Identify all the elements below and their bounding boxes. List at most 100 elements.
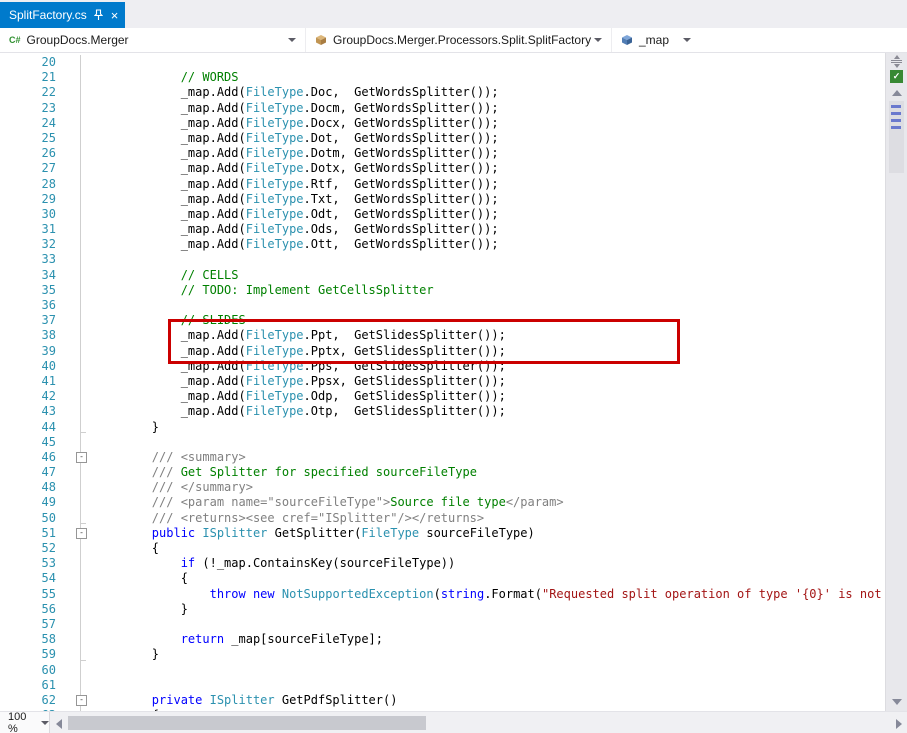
code-text[interactable]: private ISplitter GetPdfSplitter() — [94, 693, 885, 708]
code-text[interactable]: _map.Add(FileType.Pps, GetSlidesSplitter… — [94, 359, 885, 374]
code-analysis-indicator[interactable]: ✓ — [890, 70, 903, 83]
code-line: 26 _map.Add(FileType.Dotm, GetWordsSplit… — [0, 146, 885, 162]
code-text[interactable]: _map.Add(FileType.Pptx, GetSlidesSplitte… — [94, 344, 885, 359]
code-line: 43 _map.Add(FileType.Otp, GetSlidesSplit… — [0, 404, 885, 420]
fold-margin — [58, 130, 94, 147]
chevron-down-icon — [594, 38, 602, 42]
hscrollbar-thumb[interactable] — [68, 716, 426, 730]
fold-margin — [58, 465, 94, 481]
code-editor[interactable]: 20 21 // WORDS 22 _map.Add(FileType.Doc, G… — [0, 53, 885, 711]
line-number: 20 — [41, 55, 56, 69]
type-dropdown[interactable]: GroupDocs.Merger.Processors.Split.SplitF… — [306, 28, 612, 52]
project-dropdown[interactable]: C# GroupDocs.Merger — [0, 28, 306, 52]
line-number: 62 — [41, 692, 56, 707]
code-line: 60 — [0, 662, 885, 678]
code-line: 47 /// Get Splitter for specified source… — [0, 465, 885, 481]
code-text[interactable]: // SLIDES — [94, 313, 885, 328]
code-text[interactable]: _map.Add(FileType.Odp, GetSlidesSplitter… — [94, 389, 885, 404]
code-text[interactable]: _map.Add(FileType.Dotm, GetWordsSplitter… — [94, 146, 885, 161]
code-line: 30 _map.Add(FileType.Odt, GetWordsSplitt… — [0, 206, 885, 223]
code-text[interactable]: { — [94, 541, 885, 556]
fold-margin — [58, 100, 94, 116]
tab-splitfactory[interactable]: SplitFactory.cs × — [0, 2, 126, 28]
code-text[interactable]: throw new NotSupportedException(string.F… — [94, 587, 885, 602]
code-text[interactable]: /// <param name="sourceFileType">Source … — [94, 495, 885, 510]
code-text[interactable]: _map.Add(FileType.Otp, GetSlidesSplitter… — [94, 404, 885, 419]
code-line: 34 // CELLS — [0, 267, 885, 284]
code-text[interactable]: if (!_map.ContainsKey(sourceFileType)) — [94, 556, 885, 571]
fold-margin — [58, 571, 94, 587]
code-line: 21 // WORDS — [0, 70, 885, 86]
scroll-up-arrow[interactable] — [892, 90, 902, 96]
code-line: 41 _map.Add(FileType.Ppsx, GetSlidesSpli… — [0, 373, 885, 390]
code-text[interactable] — [94, 435, 885, 450]
code-line: 35 // TODO: Implement GetCellsSplitter — [0, 282, 885, 299]
fold-margin — [58, 586, 94, 602]
line-number: 47 — [41, 465, 56, 480]
scroll-down-arrow[interactable] — [892, 699, 902, 705]
code-text[interactable]: // WORDS — [94, 70, 885, 85]
pin-icon[interactable] — [93, 9, 103, 21]
code-text[interactable]: } — [94, 420, 885, 435]
code-text[interactable]: _map.Add(FileType.Dot, GetWordsSplitter(… — [94, 131, 885, 146]
member-dropdown[interactable]: _map — [612, 28, 907, 52]
code-text[interactable]: _map.Add(FileType.Ppt, GetSlidesSplitter… — [94, 328, 885, 343]
code-line: 25 _map.Add(FileType.Dot, GetWordsSplitt… — [0, 130, 885, 147]
code-line: 38 _map.Add(FileType.Ppt, GetSlidesSplit… — [0, 328, 885, 344]
code-text[interactable]: // TODO: Implement GetCellsSplitter — [94, 283, 885, 298]
navigation-bar: C# GroupDocs.Merger GroupDocs.Merger.Pro… — [0, 28, 907, 53]
code-text[interactable]: /// </summary> — [94, 480, 885, 495]
fold-margin — [58, 298, 94, 314]
code-text[interactable]: _map.Add(FileType.Ppsx, GetSlidesSplitte… — [94, 374, 885, 389]
scroll-left-arrow[interactable] — [56, 719, 62, 729]
code-lines: 20 21 // WORDS 22 _map.Add(FileType.Doc, G… — [0, 53, 885, 711]
fold-margin — [58, 389, 94, 405]
line-number: 24 — [41, 115, 56, 130]
line-number: 48 — [41, 480, 56, 495]
code-line: 55 throw new NotSupportedException(strin… — [0, 586, 885, 602]
code-text[interactable]: // CELLS — [94, 268, 885, 283]
code-text[interactable] — [94, 617, 885, 632]
code-text[interactable]: return _map[sourceFileType]; — [94, 632, 885, 647]
scrollbar-mark — [891, 119, 901, 122]
code-line: 58 return _map[sourceFileType]; — [0, 632, 885, 648]
code-text[interactable]: /// <returns><see cref="ISplitter"/></re… — [94, 511, 885, 526]
code-text[interactable]: _map.Add(FileType.Rtf, GetWordsSplitter(… — [94, 177, 885, 192]
code-text[interactable] — [94, 55, 885, 70]
line-number: 21 — [41, 70, 56, 85]
code-text[interactable]: /// <summary> — [94, 450, 885, 465]
splitter-handle[interactable] — [890, 55, 903, 68]
code-line: 28 _map.Add(FileType.Rtf, GetWordsSplitt… — [0, 176, 885, 192]
code-text[interactable]: { — [94, 571, 885, 586]
fold-collapse-button[interactable] — [58, 692, 94, 709]
code-text[interactable]: _map.Add(FileType.Docx, GetWordsSplitter… — [94, 116, 885, 131]
close-icon[interactable]: × — [111, 9, 119, 22]
code-text[interactable]: public ISplitter GetSplitter(FileType so… — [94, 526, 885, 541]
fold-collapse-button[interactable] — [58, 525, 94, 542]
line-number: 29 — [41, 191, 56, 206]
horizontal-scrollbar-bar: 100 % — [0, 711, 907, 733]
split-line-icon — [891, 60, 902, 61]
code-text[interactable] — [94, 252, 885, 267]
code-text[interactable] — [94, 298, 885, 313]
fold-margin — [58, 267, 94, 284]
code-text[interactable]: } — [94, 647, 885, 662]
code-text[interactable]: } — [94, 602, 885, 617]
code-text[interactable]: _map.Add(FileType.Docm, GetWordsSplitter… — [94, 101, 885, 116]
line-number: 28 — [41, 176, 56, 191]
zoom-control[interactable]: 100 % — [0, 711, 50, 733]
code-line: 42 _map.Add(FileType.Odp, GetSlidesSplit… — [0, 389, 885, 405]
code-text[interactable]: _map.Add(FileType.Ods, GetWordsSplitter(… — [94, 222, 885, 237]
code-text[interactable]: /// Get Splitter for specified sourceFil… — [94, 465, 885, 480]
code-text[interactable] — [94, 678, 885, 693]
code-text[interactable]: _map.Add(FileType.Dotx, GetWordsSplitter… — [94, 161, 885, 176]
fold-collapse-button[interactable] — [58, 449, 94, 466]
code-text[interactable]: _map.Add(FileType.Ott, GetWordsSplitter(… — [94, 237, 885, 252]
code-text[interactable] — [94, 663, 885, 678]
scroll-right-arrow[interactable] — [896, 719, 902, 729]
line-number: 41 — [41, 373, 56, 388]
code-text[interactable]: _map.Add(FileType.Txt, GetWordsSplitter(… — [94, 192, 885, 207]
vertical-scrollbar[interactable]: ✓ — [885, 53, 907, 711]
code-text[interactable]: _map.Add(FileType.Odt, GetWordsSplitter(… — [94, 207, 885, 222]
code-text[interactable]: _map.Add(FileType.Doc, GetWordsSplitter(… — [94, 85, 885, 100]
